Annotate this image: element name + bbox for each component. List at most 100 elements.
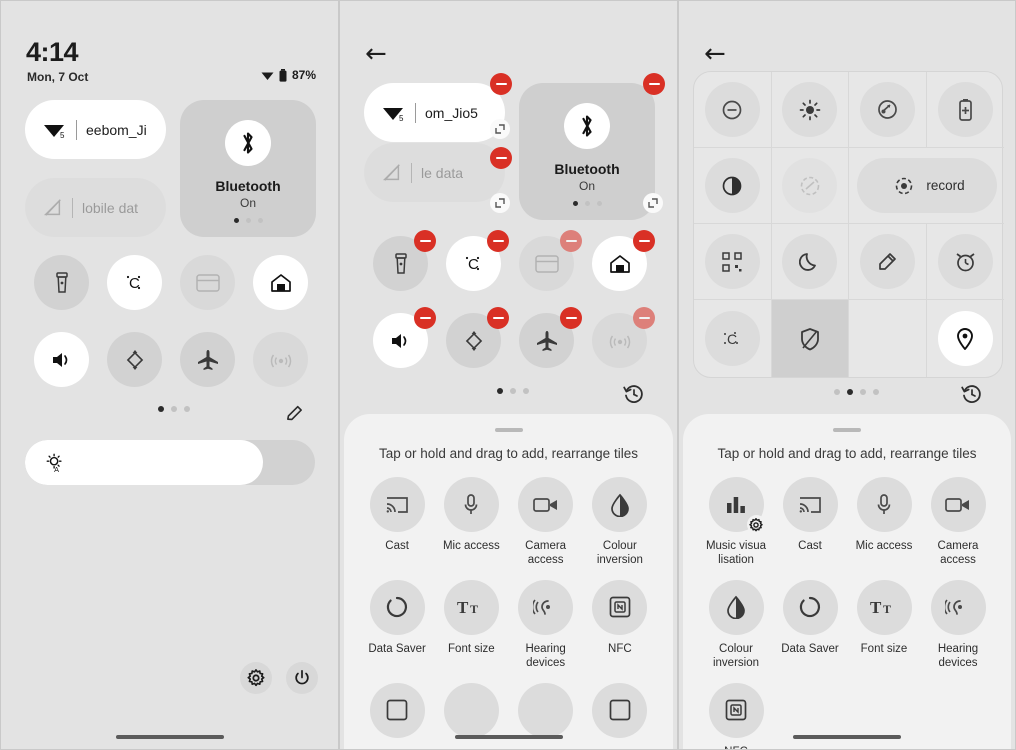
tile-invert-colours[interactable] <box>859 82 915 137</box>
tile-colour-inversion[interactable] <box>704 158 760 213</box>
remove-badge-hotspot[interactable] <box>633 307 655 329</box>
mobile-data-tile[interactable]: lobile dat <box>25 178 166 237</box>
tile-location[interactable] <box>937 311 993 366</box>
remove-badge-flashlight[interactable] <box>414 230 436 252</box>
grid-cell-empty[interactable] <box>849 300 927 377</box>
grid-cell-temperature[interactable]: C <box>694 300 772 377</box>
tile-alarm[interactable] <box>937 234 993 289</box>
resize-handle-wifi[interactable] <box>490 119 510 139</box>
drawer-item-font-size[interactable]: TT Font size <box>434 579 508 671</box>
remove-badge-bluetooth[interactable] <box>643 73 665 95</box>
tile-do-not-disturb[interactable] <box>704 82 760 137</box>
drawer-item-mic-access[interactable]: Mic access <box>434 477 508 568</box>
nav-bar-handle[interactable] <box>793 735 901 739</box>
grid-cell-screen-record[interactable]: record <box>849 148 1004 224</box>
drawer-item-hearing-devices[interactable]: Hearing devices <box>509 579 583 671</box>
remove-badge-wallet[interactable] <box>560 230 582 252</box>
grid-cell-dnd[interactable] <box>694 72 772 148</box>
resize-handle-data[interactable] <box>490 193 510 213</box>
gear-icon[interactable] <box>746 515 766 534</box>
tile-dark-theme[interactable] <box>782 234 838 289</box>
tile-volume[interactable] <box>373 307 436 368</box>
drawer-item-music-visualisation[interactable]: Music visua lisation <box>699 477 773 568</box>
drawer-item-data-saver[interactable]: Data Saver <box>360 579 434 671</box>
reset-history-icon[interactable] <box>623 383 645 405</box>
tile-temperature[interactable]: C <box>446 230 509 291</box>
tile-temperature[interactable]: C <box>704 311 760 366</box>
drawer-item-colour-inversion[interactable]: Colour inversion <box>699 579 773 671</box>
tile-rotation-lock[interactable] <box>782 158 838 213</box>
tile-auto-rotate[interactable] <box>107 332 162 387</box>
drawer-item-data-saver[interactable]: Data Saver <box>773 579 847 671</box>
drawer-item-nfc[interactable]: NFC <box>583 579 657 671</box>
tile-airplane-mode[interactable] <box>180 332 235 387</box>
remove-badge-airplane[interactable] <box>560 307 582 329</box>
settings-button[interactable] <box>240 662 272 694</box>
grid-cell-dark-theme[interactable] <box>771 224 849 300</box>
page-dots[interactable] <box>497 388 529 394</box>
grid-cell-qr-scanner[interactable] <box>694 224 772 300</box>
tile-hotspot[interactable] <box>592 307 655 368</box>
tile-wallet[interactable] <box>519 230 582 291</box>
tile-qr-scanner[interactable] <box>704 234 760 289</box>
drawer-handle[interactable] <box>833 428 861 432</box>
remove-badge-home[interactable] <box>633 230 655 252</box>
drawer-item-partial-4[interactable] <box>583 682 657 738</box>
grid-cell-invert[interactable] <box>849 72 927 148</box>
drawer-item-partial-3[interactable] <box>509 682 583 738</box>
edit-pencil-icon[interactable] <box>285 404 304 423</box>
drawer-item-nfc[interactable]: NFC <box>699 682 773 749</box>
nav-bar-handle[interactable] <box>115 735 224 739</box>
wifi-tile[interactable]: 5 eebom_Ji <box>25 100 166 159</box>
remove-badge-volume[interactable] <box>414 307 436 329</box>
tile-hotspot[interactable] <box>253 332 308 387</box>
reset-history-icon[interactable] <box>961 383 983 405</box>
grid-cell-privacy-highlighted[interactable] <box>771 300 849 377</box>
tile-flashlight[interactable] <box>34 255 89 310</box>
drawer-handle[interactable] <box>494 428 523 432</box>
resize-handle-bluetooth[interactable] <box>643 193 663 213</box>
page-dots[interactable] <box>834 389 879 395</box>
wifi-tile[interactable]: 5 om_Jio5 <box>364 83 505 142</box>
tile-brightness[interactable] <box>782 82 838 137</box>
back-button[interactable]: ← <box>365 41 387 67</box>
tile-home[interactable] <box>592 230 655 291</box>
drawer-item-cast[interactable]: Cast <box>360 477 434 568</box>
bluetooth-card[interactable]: Bluetooth On <box>180 100 316 237</box>
tile-temperature[interactable]: C <box>107 255 162 310</box>
nav-bar-handle[interactable] <box>454 735 563 739</box>
back-button[interactable]: ← <box>704 41 726 67</box>
grid-cell-battery-saver[interactable] <box>926 72 1004 148</box>
remove-badge-temperature[interactable] <box>487 230 509 252</box>
power-button[interactable] <box>286 662 318 694</box>
drawer-item-hearing-devices[interactable]: Hearing devices <box>921 579 995 671</box>
grid-cell-colour-picker[interactable] <box>849 224 927 300</box>
tile-auto-rotate[interactable] <box>446 307 509 368</box>
grid-cell-colour-inversion[interactable] <box>694 148 772 224</box>
remove-badge-auto-rotate[interactable] <box>487 307 509 329</box>
tile-battery-saver[interactable] <box>937 82 993 137</box>
tile-colour-picker[interactable] <box>859 234 915 289</box>
drawer-item-camera-access[interactable]: Camera access <box>509 477 583 568</box>
drawer-item-camera-access[interactable]: Camera access <box>921 477 995 568</box>
tile-volume[interactable] <box>34 332 89 387</box>
grid-cell-rotation[interactable] <box>771 148 849 224</box>
bluetooth-card[interactable]: Bluetooth On <box>519 83 655 220</box>
tile-screen-record[interactable]: record <box>856 158 997 213</box>
remove-badge-data[interactable] <box>490 147 512 169</box>
drawer-item-partial-2[interactable] <box>434 682 508 738</box>
drawer-item-colour-inversion[interactable]: Colour inversion <box>583 477 657 568</box>
drawer-item-font-size[interactable]: TT Font size <box>847 579 921 671</box>
brightness-slider[interactable]: A <box>25 440 315 485</box>
grid-cell-location[interactable] <box>927 300 1005 377</box>
page-dots[interactable] <box>158 406 190 412</box>
grid-cell-brightness[interactable] <box>771 72 849 148</box>
mobile-data-tile[interactable]: le data <box>364 143 505 202</box>
drawer-item-cast[interactable]: Cast <box>773 477 847 568</box>
tile-home[interactable] <box>253 255 308 310</box>
remove-badge-wifi[interactable] <box>490 73 512 95</box>
drawer-item-partial-1[interactable] <box>360 682 434 738</box>
tile-flashlight[interactable] <box>373 230 436 291</box>
grid-cell-alarm[interactable] <box>926 224 1004 300</box>
tile-privacy-shield[interactable] <box>782 311 837 366</box>
